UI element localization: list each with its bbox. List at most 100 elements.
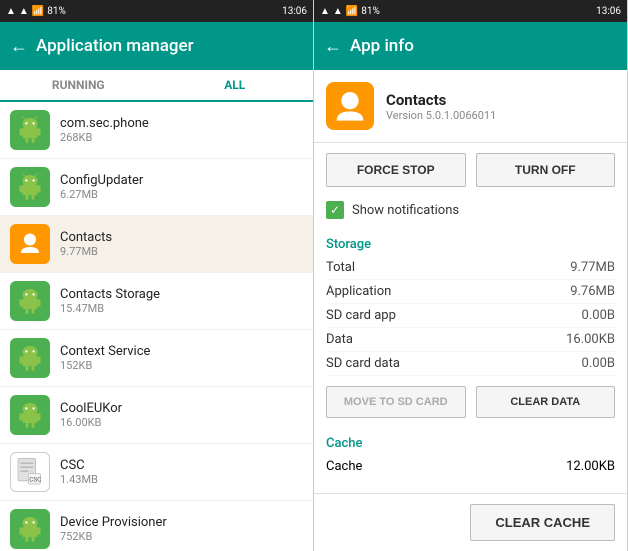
app-info-comsecphone: com.sec.phone 268KB — [60, 116, 303, 144]
storage-row-application: Application 9.76MB — [326, 280, 615, 304]
status-time-left: 13:06 — [282, 6, 307, 17]
storage-value: 16.00KB — [566, 332, 615, 347]
app-list: com.sec.phone 268KB — [0, 102, 313, 551]
left-panel: ▲ ▲ 📶 81% 13:06 ← Application manager RU… — [0, 0, 314, 551]
back-button-left[interactable]: ← — [10, 36, 28, 57]
tabs-bar: RUNNING ALL — [0, 70, 313, 102]
app-icon-contacts-storage — [10, 281, 50, 321]
app-icon-configupdater — [10, 167, 50, 207]
storage-section-header: Storage — [314, 229, 627, 256]
cache-value: 12.00KB — [566, 459, 615, 474]
toolbar-right: ← App info — [314, 22, 627, 70]
storage-value: 0.00B — [582, 356, 615, 371]
list-item[interactable]: ConfigUpdater 6.27MB — [0, 159, 313, 216]
battery-icon: 81% — [361, 6, 380, 17]
list-item[interactable]: CoolEUKor 16.00KB — [0, 387, 313, 444]
storage-label: SD card data — [326, 356, 400, 371]
status-icons-left: ▲ ▲ 📶 81% — [6, 6, 66, 17]
svg-text:CSC: CSC — [29, 476, 41, 484]
list-item[interactable]: CSC CSC 1.43MB — [0, 444, 313, 501]
status-bar-right: ▲ ▲ 📶 81% 13:06 — [314, 0, 627, 22]
app-name: Contacts Storage — [60, 287, 303, 302]
app-size: 15.47MB — [60, 302, 303, 315]
list-item[interactable]: com.sec.phone 268KB — [0, 102, 313, 159]
app-name: com.sec.phone — [60, 116, 303, 131]
app-info-context-service: Context Service 152KB — [60, 344, 303, 372]
notifications-label: Show notifications — [352, 203, 459, 218]
storage-value: 9.76MB — [570, 284, 615, 299]
app-icon-contacts — [10, 224, 50, 264]
storage-row-total: Total 9.77MB — [326, 256, 615, 280]
app-name: Device Provisioner — [60, 515, 303, 530]
app-size: 6.27MB — [60, 188, 303, 201]
force-stop-button[interactable]: FORCE STOP — [326, 153, 466, 187]
status-bar-left: ▲ ▲ 📶 81% 13:06 — [0, 0, 313, 22]
warning-icon-2: ▲ — [333, 6, 343, 17]
wifi-icon: 📶 — [346, 6, 358, 17]
turn-off-button[interactable]: TURN OFF — [476, 153, 616, 187]
app-name: Context Service — [60, 344, 303, 359]
cache-label: Cache — [326, 459, 362, 474]
clear-cache-button[interactable]: CLEAR CACHE — [470, 504, 615, 541]
storage-label: Data — [326, 332, 353, 347]
app-detail-name: Contacts — [386, 91, 496, 109]
storage-value: 9.77MB — [570, 260, 615, 275]
storage-row-sdcard-data: SD card data 0.00B — [326, 352, 615, 376]
warning-icon: ▲ — [6, 6, 16, 17]
app-name: CoolEUKor — [60, 401, 303, 416]
storage-value: 0.00B — [582, 308, 615, 323]
warning-icon: ▲ — [320, 6, 330, 17]
app-detail-header: Contacts Version 5.0.1.0066011 — [314, 70, 627, 143]
list-item[interactable]: Context Service 152KB — [0, 330, 313, 387]
app-name: Contacts — [60, 230, 303, 245]
app-info-contacts: Contacts 9.77MB — [60, 230, 303, 258]
cache-row: Cache 12.00KB — [326, 455, 615, 478]
app-detail-version: Version 5.0.1.0066011 — [386, 109, 496, 122]
storage-row-data: Data 16.00KB — [326, 328, 615, 352]
tab-running[interactable]: RUNNING — [0, 70, 157, 102]
battery-icon: 81% — [47, 6, 66, 17]
app-info-device-provisioner: Device Provisioner 752KB — [60, 515, 303, 543]
app-detail-info: Contacts Version 5.0.1.0066011 — [386, 91, 496, 122]
list-item-contacts[interactable]: Contacts 9.77MB — [0, 216, 313, 273]
app-icon-context-service — [10, 338, 50, 378]
notifications-checkbox[interactable]: ✓ — [326, 201, 344, 219]
cache-section-header: Cache — [314, 428, 627, 455]
wifi-icon: 📶 — [32, 6, 44, 17]
app-info-cooleukor: CoolEUKor 16.00KB — [60, 401, 303, 429]
status-time-right: 13:06 — [596, 6, 621, 17]
contacts-icon — [326, 82, 374, 130]
storage-label: Total — [326, 260, 355, 275]
app-info-configupdater: ConfigUpdater 6.27MB — [60, 173, 303, 201]
list-item[interactable]: Device Provisioner 752KB — [0, 501, 313, 551]
storage-table: Total 9.77MB Application 9.76MB SD card … — [314, 256, 627, 376]
cache-section: Cache 12.00KB — [314, 455, 627, 478]
app-info-contacts-storage: Contacts Storage 15.47MB — [60, 287, 303, 315]
list-item[interactable]: Contacts Storage 15.47MB — [0, 273, 313, 330]
app-size: 268KB — [60, 131, 303, 144]
clear-data-button[interactable]: CLEAR DATA — [476, 386, 616, 418]
back-button-right[interactable]: ← — [324, 36, 342, 57]
app-size: 9.77MB — [60, 245, 303, 258]
app-size: 1.43MB — [60, 473, 303, 486]
app-name: CSC — [60, 458, 303, 473]
storage-label: SD card app — [326, 308, 396, 323]
app-name: ConfigUpdater — [60, 173, 303, 188]
toolbar-left: ← Application manager — [0, 22, 313, 70]
clear-cache-bar: CLEAR CACHE — [314, 493, 627, 551]
app-icon-device-provisioner — [10, 509, 50, 549]
app-info-csc: CSC 1.43MB — [60, 458, 303, 486]
notifications-row: ✓ Show notifications — [314, 197, 627, 229]
app-size: 152KB — [60, 359, 303, 372]
right-panel: ▲ ▲ 📶 81% 13:06 ← App info Contacts Vers… — [314, 0, 628, 551]
app-icon-cooeukor — [10, 395, 50, 435]
action-buttons: FORCE STOP TURN OFF — [314, 143, 627, 197]
storage-label: Application — [326, 284, 391, 299]
warning-icon-2: ▲ — [19, 6, 29, 17]
app-info-title: App info — [350, 36, 414, 56]
storage-actions: MOVE TO SD CARD CLEAR DATA — [314, 376, 627, 428]
app-icon-csc: CSC — [10, 452, 50, 492]
storage-row-sdcard-app: SD card app 0.00B — [326, 304, 615, 328]
tab-all[interactable]: ALL — [157, 70, 314, 102]
move-to-sdcard-button[interactable]: MOVE TO SD CARD — [326, 386, 466, 418]
